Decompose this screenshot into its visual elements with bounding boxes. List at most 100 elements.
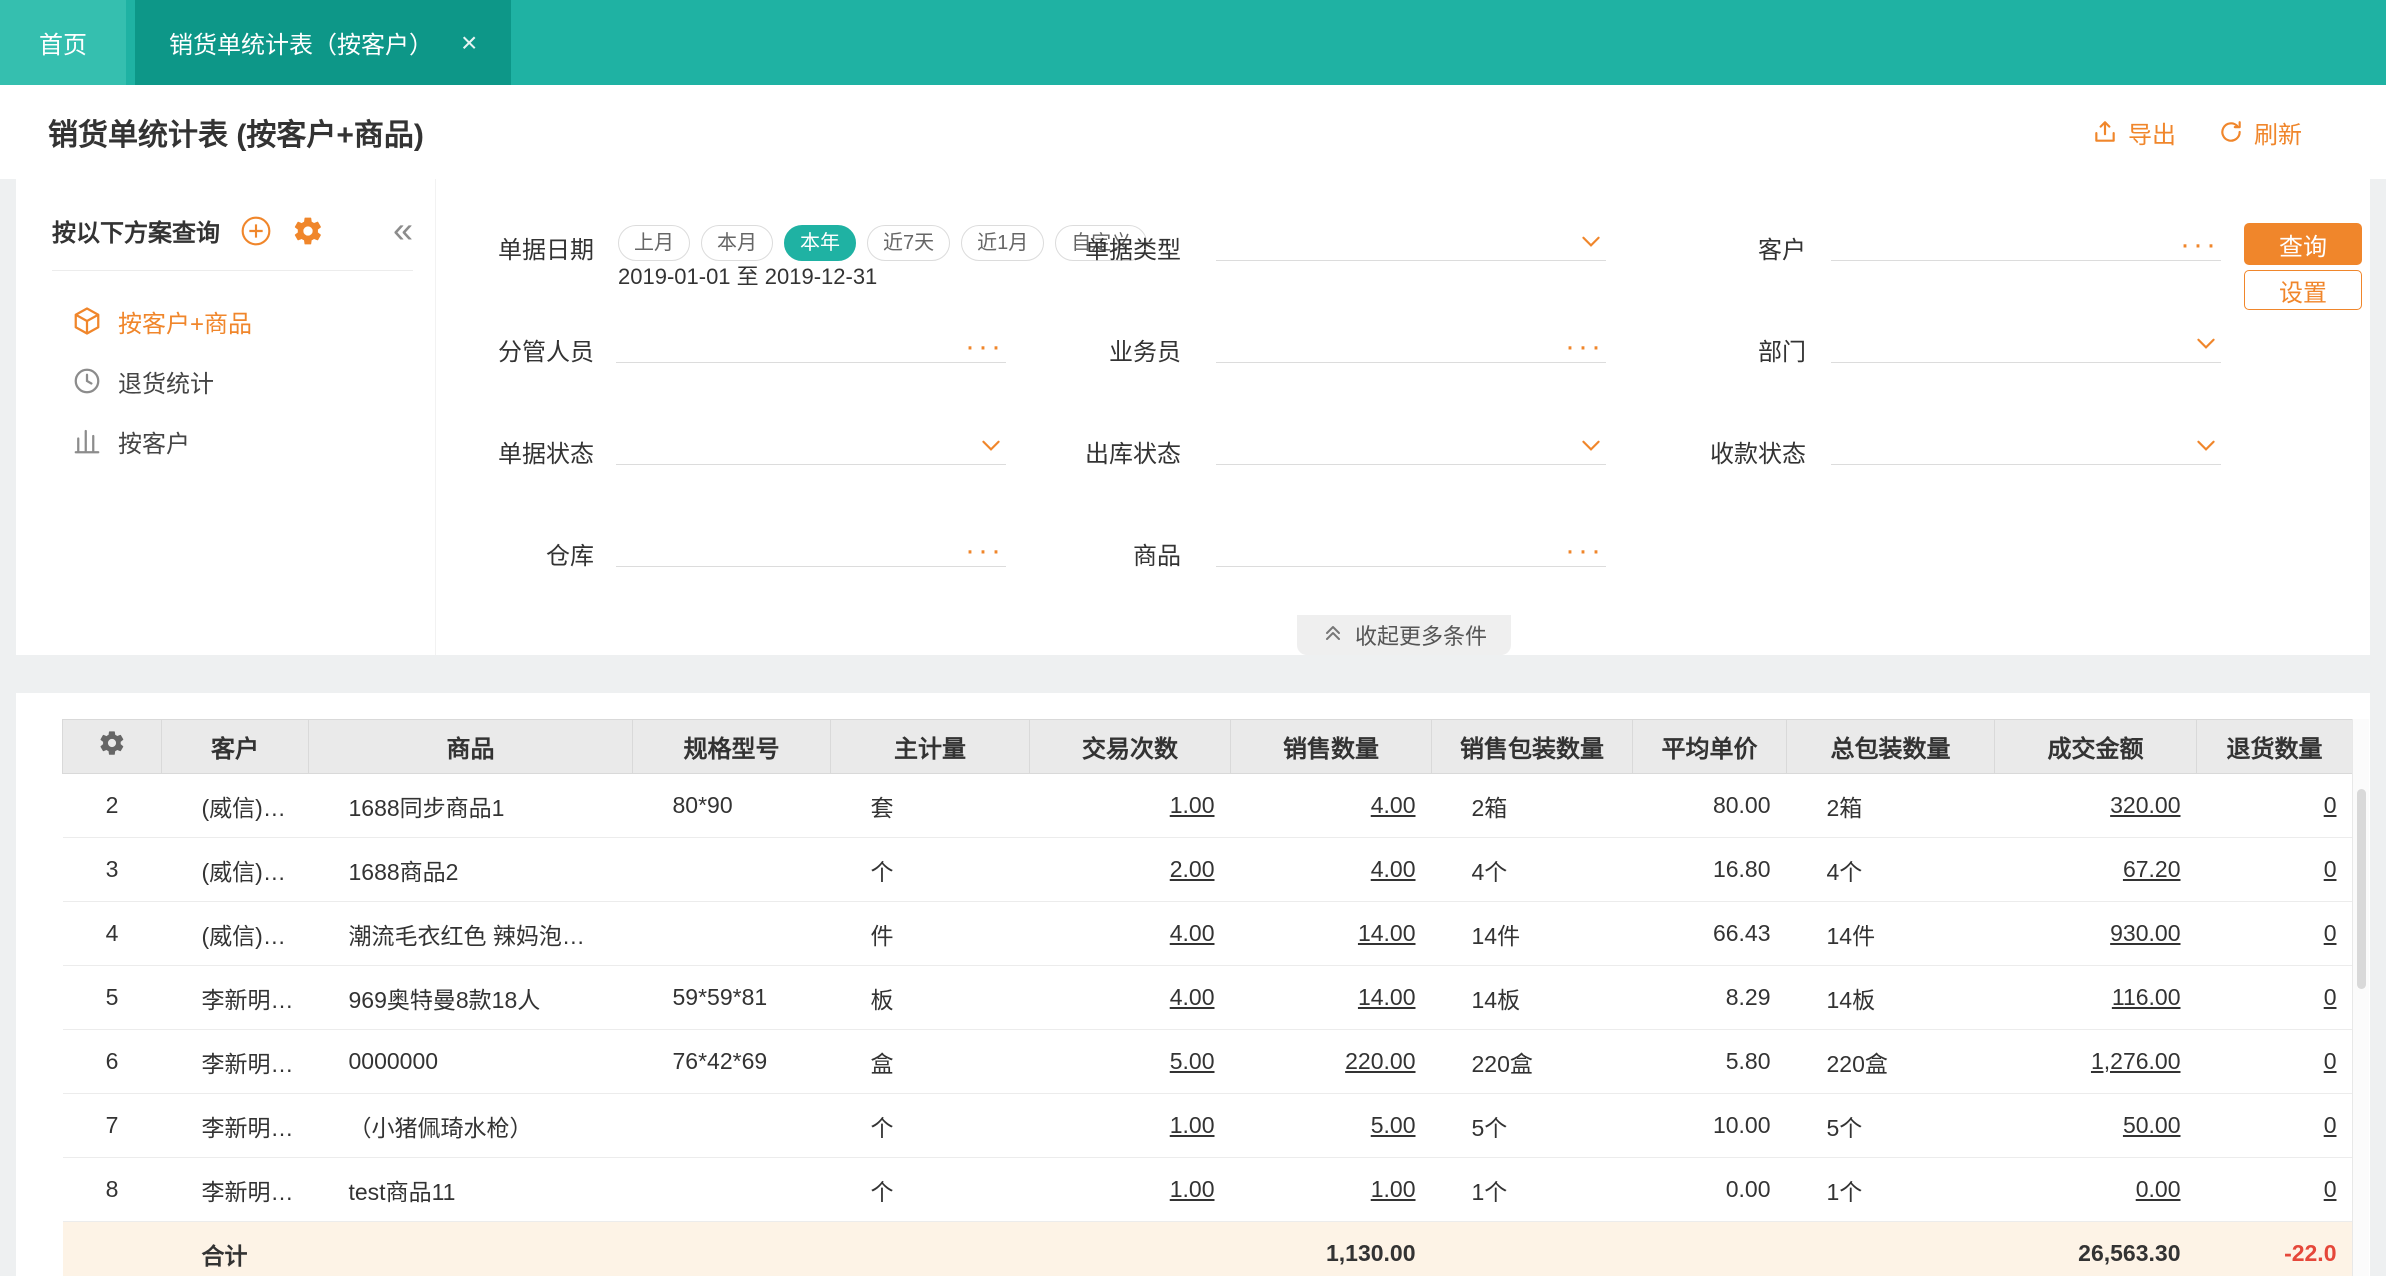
cell[interactable]: 1,276.00 <box>1994 1029 2197 1094</box>
top-tab-bar: 首页 销货单统计表（按客户） × <box>0 0 2386 85</box>
warehouse-picker[interactable]: ··· <box>616 521 1006 567</box>
tab-home[interactable]: 首页 <box>0 0 126 85</box>
cell[interactable]: 1.00 <box>1029 1093 1231 1158</box>
row-number: 7 <box>62 1093 162 1158</box>
cell: 14件 <box>1431 901 1633 966</box>
cell[interactable]: 14.00 <box>1230 901 1432 966</box>
cell <box>632 837 831 902</box>
cell[interactable]: 2.00 <box>1029 837 1231 902</box>
cell[interactable]: 4.00 <box>1230 837 1432 902</box>
row-number: 8 <box>62 1157 162 1222</box>
tab-sales-statistics[interactable]: 销货单统计表（按客户） × <box>135 0 512 85</box>
cell: 220盒 <box>1431 1029 1633 1094</box>
cell: 1688商品2 <box>308 837 633 902</box>
cell[interactable]: 67.20 <box>1994 837 2197 902</box>
payment-status-select[interactable] <box>1831 419 2221 465</box>
export-icon <box>2092 119 2118 145</box>
cell[interactable]: 4.00 <box>1029 965 1231 1030</box>
cell[interactable]: 5.00 <box>1230 1093 1432 1158</box>
cell[interactable]: 320.00 <box>1994 773 2197 838</box>
cell: 76*42*69 <box>632 1029 831 1094</box>
scrollbar-thumb[interactable] <box>2357 789 2366 989</box>
add-scheme-icon[interactable] <box>240 215 272 247</box>
table-row: 8 李新明… test商品11 个 1.00 1.00 1个 0.00 1个 0.00 0 <box>62 1157 2353 1222</box>
outbound-status-select[interactable] <box>1216 419 1606 465</box>
sidebar-item-label: 按客户 <box>118 430 190 458</box>
cell: 板 <box>830 965 1030 1030</box>
cell[interactable]: 0 <box>2196 1029 2353 1094</box>
salesman-picker[interactable]: ··· <box>1216 317 1606 363</box>
doc-type-select[interactable] <box>1216 215 1606 261</box>
collapse-more-conditions[interactable]: 收起更多条件 <box>1296 615 1512 655</box>
query-button[interactable]: 查询 <box>2244 223 2362 265</box>
cell: 0000000 <box>308 1029 633 1094</box>
outbound-status-label: 出库状态 <box>1085 441 1181 468</box>
col-header-trade-count: 交易次数 <box>1029 719 1231 774</box>
col-header-customer: 客户 <box>161 719 309 774</box>
cell: 盒 <box>830 1029 1030 1094</box>
export-button[interactable]: 导出 <box>2092 115 2176 150</box>
cell: 李新明… <box>161 1029 309 1094</box>
product-label: 商品 <box>1133 543 1181 570</box>
cell[interactable]: 1.00 <box>1029 1157 1231 1222</box>
cell: 李新明… <box>161 1093 309 1158</box>
cell: 5个 <box>1786 1093 1995 1158</box>
cell: 个 <box>830 837 1030 902</box>
cell: 16.80 <box>1632 837 1787 902</box>
cell[interactable]: 0 <box>2196 837 2353 902</box>
date-range-pill[interactable]: 近7天 <box>867 225 951 261</box>
row-number: 4 <box>62 901 162 966</box>
department-select[interactable] <box>1831 317 2221 363</box>
date-range-value[interactable]: 2019-01-01 至 2019-12-31 <box>618 259 877 291</box>
doc-status-select[interactable] <box>616 419 1006 465</box>
cell: 件 <box>830 901 1030 966</box>
cell[interactable]: 0 <box>2196 901 2353 966</box>
cell[interactable]: 50.00 <box>1994 1093 2197 1158</box>
cell[interactable]: 0.00 <box>1994 1157 2197 1222</box>
cell: 80*90 <box>632 773 831 838</box>
sidebar-item-returns[interactable]: 退货统计 <box>16 351 435 411</box>
cell: 4个 <box>1786 837 1995 902</box>
refresh-button[interactable]: 刷新 <box>2218 115 2302 150</box>
cell[interactable]: 930.00 <box>1994 901 2197 966</box>
ellipsis-icon: ··· <box>965 534 1004 567</box>
cell[interactable]: 116.00 <box>1994 965 2197 1030</box>
cell: 14板 <box>1786 965 1995 1030</box>
vertical-scrollbar[interactable] <box>2352 719 2369 1276</box>
cell[interactable]: 0 <box>2196 1093 2353 1158</box>
cell[interactable]: 1.00 <box>1230 1157 1432 1222</box>
close-icon[interactable]: × <box>461 28 477 57</box>
chevron-down-icon <box>2193 432 2219 458</box>
cell: 2箱 <box>1786 773 1995 838</box>
footer-total-label: 合计 <box>161 1221 309 1276</box>
cell: (威信)… <box>161 773 309 838</box>
cell[interactable]: 1.00 <box>1029 773 1231 838</box>
sidebar-item-label: 按客户+商品 <box>118 310 253 338</box>
footer-cell: 1,130.00 <box>1230 1221 1432 1276</box>
col-header-spec: 规格型号 <box>632 719 831 774</box>
scheme-settings-gear-icon[interactable] <box>292 215 324 247</box>
cell[interactable]: 0 <box>2196 965 2353 1030</box>
settings-button[interactable]: 设置 <box>2244 270 2362 310</box>
cell[interactable]: 4.00 <box>1029 901 1231 966</box>
cell[interactable]: 4.00 <box>1230 773 1432 838</box>
cell: 220盒 <box>1786 1029 1995 1094</box>
collapse-sidebar-icon[interactable]: « <box>393 212 413 248</box>
date-range-pill[interactable]: 本年 <box>784 225 856 261</box>
cell[interactable]: 14.00 <box>1230 965 1432 1030</box>
row-number: 5 <box>62 965 162 1030</box>
date-range-pill[interactable]: 本月 <box>701 225 773 261</box>
manager-picker[interactable]: ··· <box>616 317 1006 363</box>
cell[interactable]: 0 <box>2196 773 2353 838</box>
cell[interactable]: 0 <box>2196 1157 2353 1222</box>
column-settings-gear-icon[interactable] <box>62 719 162 774</box>
page-header: 销货单统计表 (按客户+商品) 导出 刷新 <box>0 85 2386 179</box>
ellipsis-icon: ··· <box>2180 228 2219 261</box>
date-range-pill[interactable]: 上月 <box>618 225 690 261</box>
customer-picker[interactable]: ··· <box>1831 215 2221 261</box>
cell[interactable]: 5.00 <box>1029 1029 1231 1094</box>
cell[interactable]: 220.00 <box>1230 1029 1432 1094</box>
product-picker[interactable]: ··· <box>1216 521 1606 567</box>
sidebar-item-customer-product[interactable]: 按客户+商品 <box>16 291 435 351</box>
sidebar-item-by-customer[interactable]: 按客户 <box>16 411 435 471</box>
